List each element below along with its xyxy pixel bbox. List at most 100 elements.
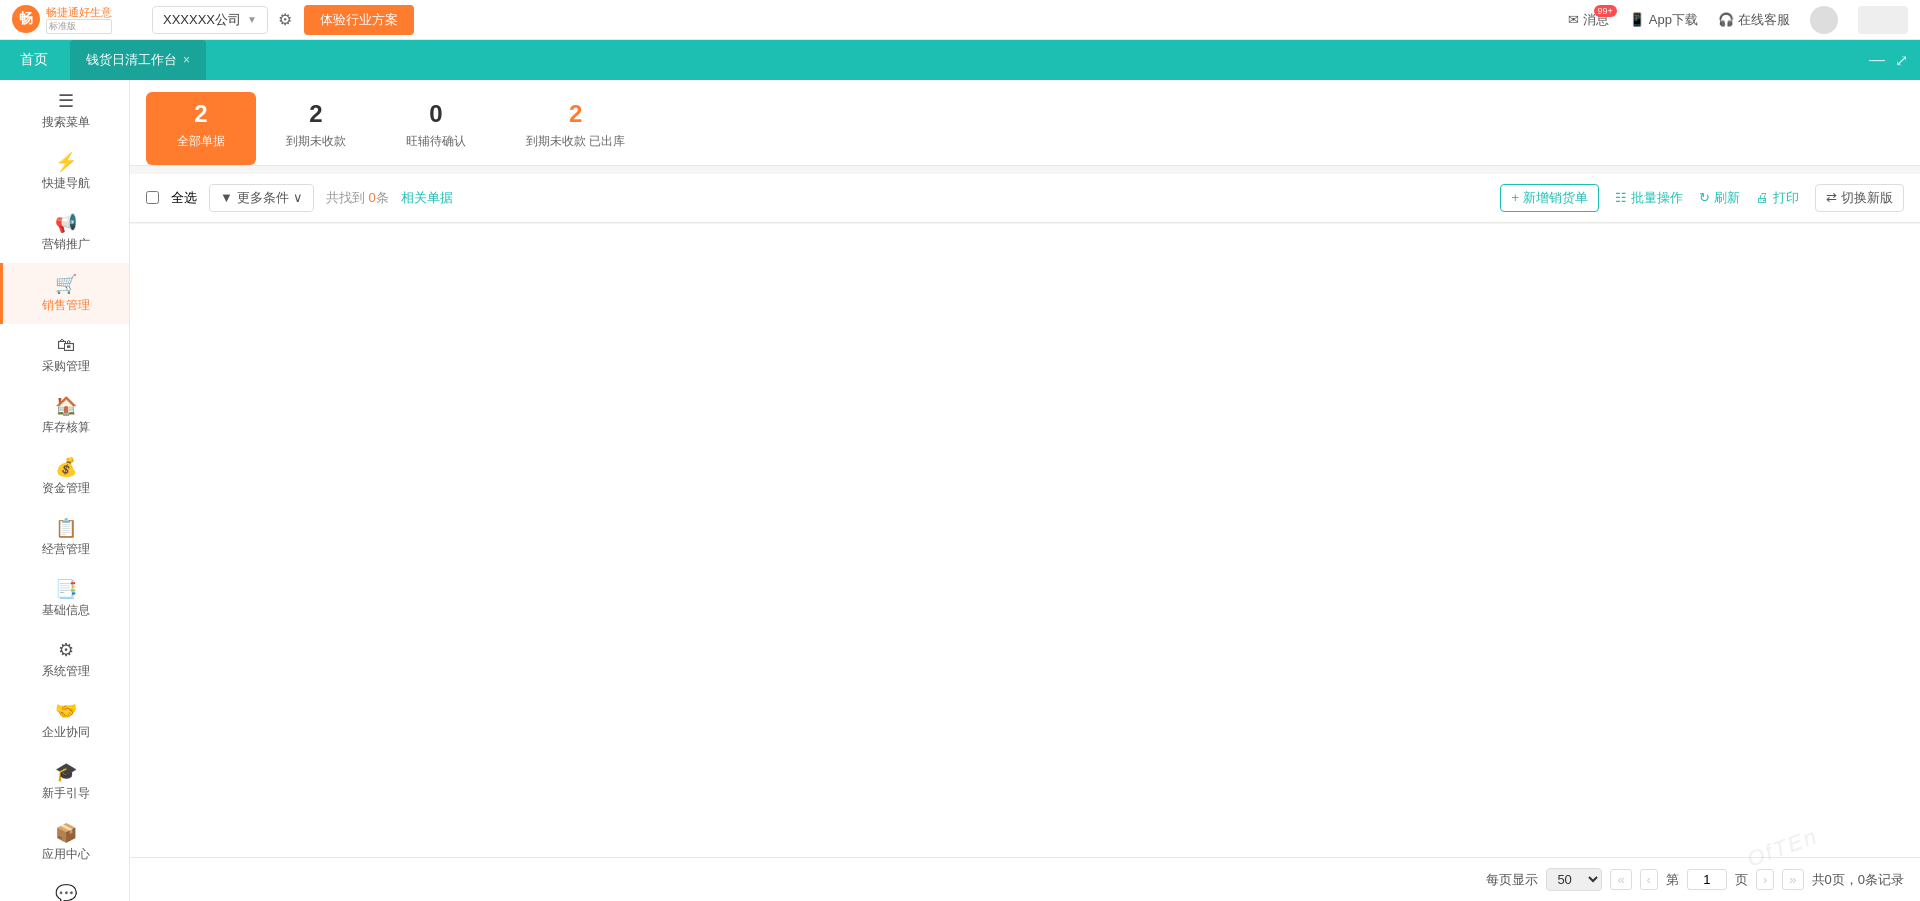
sidebar-label-quick-nav: 快捷导航 — [42, 175, 90, 192]
next-page-button[interactable]: › — [1756, 869, 1774, 890]
logo-icon: 畅 — [12, 5, 40, 33]
message-icon: ✉ — [1568, 12, 1579, 27]
purchase-icon: 🛍 — [57, 336, 75, 354]
tab-bar-actions: — ⤢ — [1869, 51, 1920, 70]
sidebar-item-app-center[interactable]: 📦 应用中心 — [0, 812, 129, 873]
sidebar-item-purchase[interactable]: 🛍 采购管理 — [0, 324, 129, 385]
stat-num-pending: 0 — [429, 100, 442, 129]
wechat-icon: 💬 — [55, 885, 77, 901]
sales-icon: 🛒 — [55, 275, 77, 293]
sidebar-item-guide[interactable]: 🎓 新手引导 — [0, 751, 129, 812]
avatar[interactable] — [1810, 6, 1838, 34]
switch-icon: ⇄ — [1826, 190, 1837, 205]
sidebar-label-inventory: 库存核算 — [42, 419, 90, 436]
sidebar-item-inventory[interactable]: 🏠 库存核算 — [0, 385, 129, 446]
page-suffix: 页 — [1735, 871, 1748, 889]
sidebar-label-app-center: 应用中心 — [42, 846, 90, 863]
tab-label: 钱货日清工作台 — [86, 51, 177, 69]
sidebar-item-system[interactable]: ⚙ 系统管理 — [0, 629, 129, 690]
prev-page-button[interactable]: ‹ — [1640, 869, 1658, 890]
found-count-text: 共找到 0条 — [326, 189, 389, 207]
stat-num-all: 2 — [194, 100, 207, 129]
tab-maximize-icon[interactable]: ⤢ — [1895, 51, 1908, 70]
message-badge: 99+ — [1594, 5, 1617, 17]
stat-tab-pending[interactable]: 0 旺辅待确认 — [376, 92, 496, 165]
sidebar-label-marketing: 营销推广 — [42, 236, 90, 253]
sidebar-label-system: 系统管理 — [42, 663, 90, 680]
toolbar-right-actions: + 新增销货单 ☷ 批量操作 ↻ 刷新 🖨 打印 ⇄ 切换新版 — [1500, 184, 1904, 212]
stat-num-overdue: 2 — [309, 100, 322, 129]
download-icon: 📱 — [1629, 12, 1645, 27]
refresh-label: 刷新 — [1714, 189, 1740, 207]
tab-close-icon[interactable]: × — [183, 53, 190, 67]
stat-tab-all[interactable]: 2 全部单据 — [146, 92, 256, 165]
sidebar-item-enterprise[interactable]: 🤝 企业协同 — [0, 690, 129, 751]
page-number-input[interactable] — [1687, 869, 1727, 890]
settings-icon[interactable]: ⚙ — [278, 10, 292, 29]
sidebar-label-guide: 新手引导 — [42, 785, 90, 802]
inventory-icon: 🏠 — [55, 397, 77, 415]
print-label: 打印 — [1773, 189, 1799, 207]
app-center-icon: 📦 — [55, 824, 77, 842]
per-page-select[interactable]: 50 100 200 — [1546, 868, 1602, 891]
tab-minimize-icon[interactable]: — — [1869, 51, 1885, 69]
basic-info-icon: 📑 — [55, 580, 77, 598]
filter-label: 更多条件 — [237, 189, 289, 207]
page-label-text: 第 — [1666, 871, 1679, 889]
experience-button[interactable]: 体验行业方案 — [304, 5, 414, 35]
sidebar-label-finance: 资金管理 — [42, 480, 90, 497]
print-button[interactable]: 🖨 打印 — [1756, 189, 1799, 207]
sidebar-item-sales[interactable]: 🛒 销售管理 — [0, 263, 129, 324]
related-records-link[interactable]: 相关单据 — [401, 189, 453, 207]
top-right-actions: ✉ 消息 99+ 📱 App下载 🎧 在线客服 — [1568, 6, 1908, 34]
first-page-button[interactable]: « — [1610, 869, 1631, 890]
logo-text: 畅捷通好生意 标准版 — [46, 5, 112, 34]
table-area — [130, 224, 1920, 857]
switch-new-version-button[interactable]: ⇄ 切换新版 — [1815, 184, 1904, 212]
sidebar-item-finance[interactable]: 💰 资金管理 — [0, 446, 129, 507]
stat-tab-overdue[interactable]: 2 到期未收款 — [256, 92, 376, 165]
system-icon: ⚙ — [58, 641, 74, 659]
sidebar-label-basic-info: 基础信息 — [42, 602, 90, 619]
finance-icon: 💰 — [55, 458, 77, 476]
found-number: 0 — [369, 190, 376, 205]
sidebar-label-search-menu: 搜索菜单 — [42, 114, 90, 131]
pagination: 每页显示 50 100 200 « ‹ 第 页 › » 共0页，0条记录 — [130, 857, 1920, 901]
sidebar-item-quick-nav[interactable]: ⚡ 快捷导航 — [0, 141, 129, 202]
main-content: 2 全部单据 2 到期未收款 0 旺辅待确认 2 到期未收款 已出库 全选 ▼ … — [130, 80, 1920, 901]
switch-label: 切换新版 — [1841, 189, 1893, 207]
add-sales-order-button[interactable]: + 新增销货单 — [1500, 184, 1599, 212]
sidebar-label-sales: 销售管理 — [42, 297, 90, 314]
app-download-button[interactable]: 📱 App下载 — [1629, 11, 1698, 29]
more-filter-button[interactable]: ▼ 更多条件 ∨ — [209, 184, 314, 212]
search-menu-icon: ☰ — [58, 92, 74, 110]
pagination-summary: 共0页，0条记录 — [1812, 871, 1904, 889]
company-selector[interactable]: XXXXXX公司 ▼ — [152, 6, 268, 34]
quick-nav-icon: ⚡ — [55, 153, 77, 171]
marketing-icon: 📢 — [55, 214, 77, 232]
sidebar-item-basic-info[interactable]: 📑 基础信息 — [0, 568, 129, 629]
stat-num-shipped: 2 — [569, 100, 582, 129]
logo-area: 畅 畅捷通好生意 标准版 — [12, 5, 142, 34]
last-page-button[interactable]: » — [1782, 869, 1803, 890]
message-button[interactable]: ✉ 消息 99+ — [1568, 11, 1609, 29]
stat-tab-shipped[interactable]: 2 到期未收款 已出库 — [496, 92, 655, 165]
tab-qianhuoriqing[interactable]: 钱货日清工作台 × — [70, 40, 206, 80]
main-layout: ☰ 搜索菜单 ⚡ 快捷导航 📢 营销推广 🛒 销售管理 🛍 采购管理 🏠 库存核… — [0, 80, 1920, 901]
select-all-label: 全选 — [171, 189, 197, 207]
filter-icon: ▼ — [220, 190, 233, 205]
sidebar: ☰ 搜索菜单 ⚡ 快捷导航 📢 营销推广 🛒 销售管理 🛍 采购管理 🏠 库存核… — [0, 80, 130, 901]
sidebar-item-search-menu[interactable]: ☰ 搜索菜单 — [0, 80, 129, 141]
sidebar-item-operations[interactable]: 📋 经营管理 — [0, 507, 129, 568]
select-all-checkbox[interactable] — [146, 191, 159, 204]
sidebar-item-wechat[interactable]: 💬 企业微信 — [0, 873, 129, 901]
tab-home[interactable]: 首页 — [0, 40, 68, 80]
online-service-button[interactable]: 🎧 在线客服 — [1718, 11, 1790, 29]
refresh-button[interactable]: ↻ 刷新 — [1699, 189, 1740, 207]
batch-operations-button[interactable]: ☷ 批量操作 — [1615, 189, 1683, 207]
sidebar-item-marketing[interactable]: 📢 营销推广 — [0, 202, 129, 263]
tab-bar: 首页 钱货日清工作台 × — ⤢ — [0, 40, 1920, 80]
stat-label-all: 全部单据 — [177, 133, 225, 150]
company-name: XXXXXX公司 — [163, 11, 241, 29]
sidebar-label-enterprise: 企业协同 — [42, 724, 90, 741]
